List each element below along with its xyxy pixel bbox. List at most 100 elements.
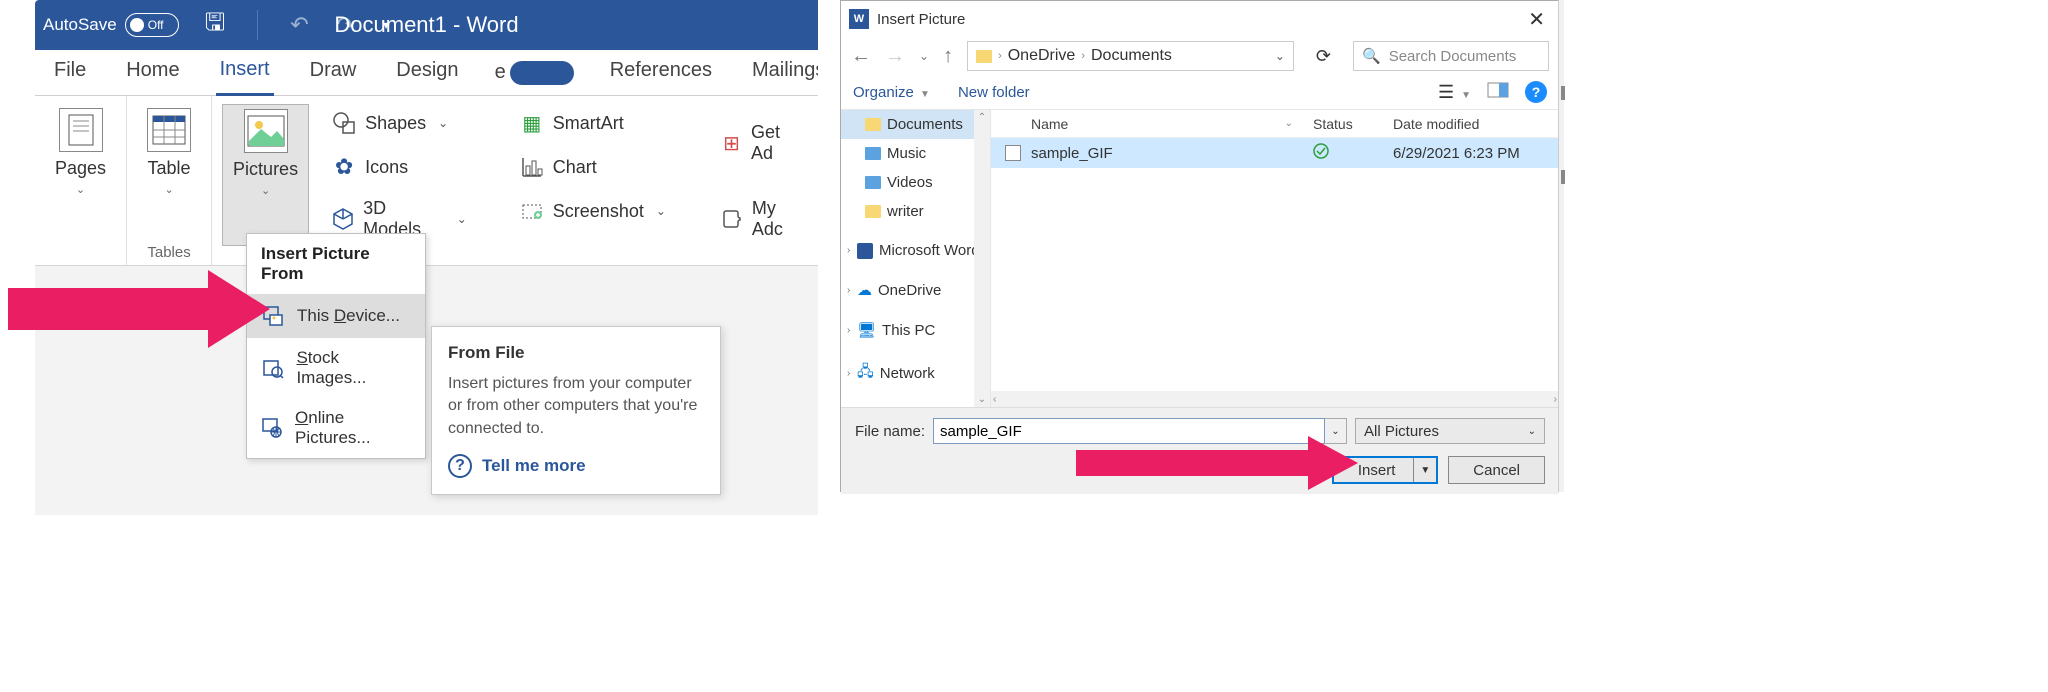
table-button[interactable]: Table ⌄ (137, 104, 201, 200)
address-bar[interactable]: › OneDrive › Documents ⌄ (967, 41, 1294, 71)
tab-redacted[interactable] (510, 61, 574, 85)
dropdown-this-device[interactable]: This Device... (247, 294, 425, 338)
qat-separator (257, 10, 258, 40)
help-icon: ? (448, 454, 472, 478)
tab-references[interactable]: References (606, 51, 716, 94)
my-addins-button[interactable]: My Adc (712, 192, 808, 246)
tab-design[interactable]: Design (392, 51, 462, 94)
filter-dropdown[interactable]: All Pictures ⌄ (1355, 418, 1545, 444)
group-pages: Pages ⌄ (35, 96, 127, 265)
file-row[interactable]: sample_GIF 6/29/2021 6:23 PM (991, 138, 1559, 168)
smartart-icon: ▦ (519, 110, 545, 136)
ribbon: Pages ⌄ Table ⌄ Tables Pictur (35, 96, 818, 266)
document-title: Document1 - Word (334, 12, 518, 38)
addins-icon (720, 206, 744, 232)
folder-icon (865, 147, 881, 160)
icons-button[interactable]: ✿ Icons (323, 148, 475, 186)
stock-icon (261, 356, 284, 380)
tab-file[interactable]: File (50, 51, 90, 94)
my-addins-label: My Adc (752, 198, 800, 240)
chevron-down-icon: ⌄ (164, 183, 173, 196)
expand-icon[interactable]: › (847, 245, 850, 256)
pages-button[interactable]: Pages ⌄ (45, 104, 116, 200)
sidebar-item-documents[interactable]: Documents (841, 110, 990, 139)
chevron-down-icon[interactable]: ⌄ (1275, 49, 1285, 63)
sidebar-item-msword[interactable]: ›Microsoft Word (841, 236, 990, 265)
undo-icon[interactable]: ↶ (290, 12, 308, 38)
newfolder-button[interactable]: New folder (958, 84, 1030, 101)
autosave-state: Off (148, 18, 164, 32)
search-box[interactable]: 🔍 Search Documents (1353, 41, 1549, 71)
dropdown-stock-images[interactable]: Stock Images... (247, 338, 425, 398)
get-addins-button[interactable]: ⊞ Get Ad (712, 116, 808, 170)
dropdown-item-label: Stock Images... (296, 348, 411, 388)
sidebar-item-network[interactable]: ›🖧Network (841, 355, 990, 392)
expand-icon[interactable]: › (847, 285, 850, 296)
dialog-toolbar: Organize ▼ New folder ☰ ▼ ? (841, 75, 1559, 109)
recent-button[interactable]: ⌄ (919, 49, 929, 63)
preview-button[interactable] (1487, 82, 1509, 102)
up-button[interactable]: ↑ (943, 45, 953, 68)
tab-insert[interactable]: Insert (216, 50, 274, 96)
search-placeholder: Search Documents (1389, 48, 1517, 65)
sidebar-item-thispc[interactable]: ›🖥This PC (841, 315, 990, 345)
tab-home[interactable]: Home (122, 51, 183, 94)
sidebar-item-music[interactable]: Music (841, 139, 990, 168)
group-tables: Table ⌄ Tables (127, 96, 212, 265)
list-scrollbar[interactable]: ‹› (991, 391, 1559, 407)
tooltip-link[interactable]: ? Tell me more (448, 454, 704, 478)
pictures-label: Pictures (233, 159, 298, 180)
get-addins-label: Get Ad (751, 122, 800, 164)
insert-split-dropdown[interactable]: ▼ (1413, 458, 1436, 482)
dropdown-online-pictures[interactable]: Online Pictures... (247, 398, 425, 458)
cancel-button[interactable]: Cancel (1448, 456, 1545, 484)
annotation-arrow-2 (1076, 436, 1358, 490)
tooltip-body: Insert pictures from your computer or fr… (448, 373, 704, 440)
help-button[interactable]: ? (1525, 81, 1547, 103)
path-segment[interactable]: OneDrive (1008, 47, 1076, 65)
sidebar-item-videos[interactable]: Videos (841, 168, 990, 197)
dialog-title: Insert Picture (877, 11, 965, 28)
tab-mailings[interactable]: Mailings (748, 51, 818, 94)
organize-button[interactable]: Organize ▼ (853, 84, 930, 101)
expand-icon[interactable]: › (847, 368, 850, 379)
pictures-button[interactable]: Pictures ⌄ (222, 104, 309, 246)
chevron-down-icon: ⌄ (76, 183, 85, 196)
chevron-down-icon: ⌄ (261, 184, 270, 197)
tab-draw[interactable]: Draw (306, 51, 361, 94)
network-icon: 🖧 (857, 361, 874, 386)
word-icon (857, 243, 873, 259)
icons-label: Icons (365, 157, 408, 178)
refresh-button[interactable]: ⟳ (1308, 46, 1339, 67)
autosave-toggle[interactable]: Off (125, 13, 179, 37)
chevron-right-icon: › (998, 50, 1002, 62)
view-button[interactable]: ☰ ▼ (1438, 82, 1471, 103)
sidebar-item-writer[interactable]: writer (841, 197, 990, 226)
smartart-button[interactable]: ▦ SmartArt (511, 104, 674, 142)
title-bar: AutoSave Off 🖫 ↶ ↷ ▾ Document1 - Word (35, 0, 818, 50)
cancel-label: Cancel (1473, 462, 1520, 479)
sidebar-item-onedrive[interactable]: ›☁OneDrive (841, 275, 990, 305)
dropdown-item-label: Online Pictures... (295, 408, 411, 448)
sort-arrow-icon: ⌄ (1285, 118, 1293, 129)
col-status[interactable]: Status (1313, 116, 1393, 132)
back-button[interactable]: ← (851, 45, 871, 68)
chart-button[interactable]: Chart (511, 148, 674, 186)
autosave[interactable]: AutoSave Off (43, 13, 179, 37)
shapes-button[interactable]: Shapes⌄ (323, 104, 475, 142)
dialog-title-bar: W Insert Picture ✕ (841, 1, 1559, 37)
list-header: Name ⌄ Status Date modified (991, 110, 1559, 138)
folder-icon (865, 205, 881, 218)
col-name[interactable]: Name (991, 116, 1285, 132)
forward-button[interactable]: → (885, 45, 905, 68)
path-segment[interactable]: Documents (1091, 47, 1172, 65)
annotation-arrow-1 (8, 270, 270, 348)
dropdown-header: Insert Picture From (247, 234, 425, 294)
close-button[interactable]: ✕ (1522, 7, 1551, 32)
expand-icon[interactable]: › (847, 325, 850, 336)
dialog-sidebar: Documents Music Videos writer ›Microsoft… (841, 110, 991, 407)
sidebar-scrollbar[interactable]: ⌃⌄ (974, 110, 990, 407)
col-date[interactable]: Date modified (1393, 116, 1559, 132)
screenshot-button[interactable]: Screenshot⌄ (511, 192, 674, 230)
save-icon[interactable]: 🖫 (205, 5, 225, 46)
